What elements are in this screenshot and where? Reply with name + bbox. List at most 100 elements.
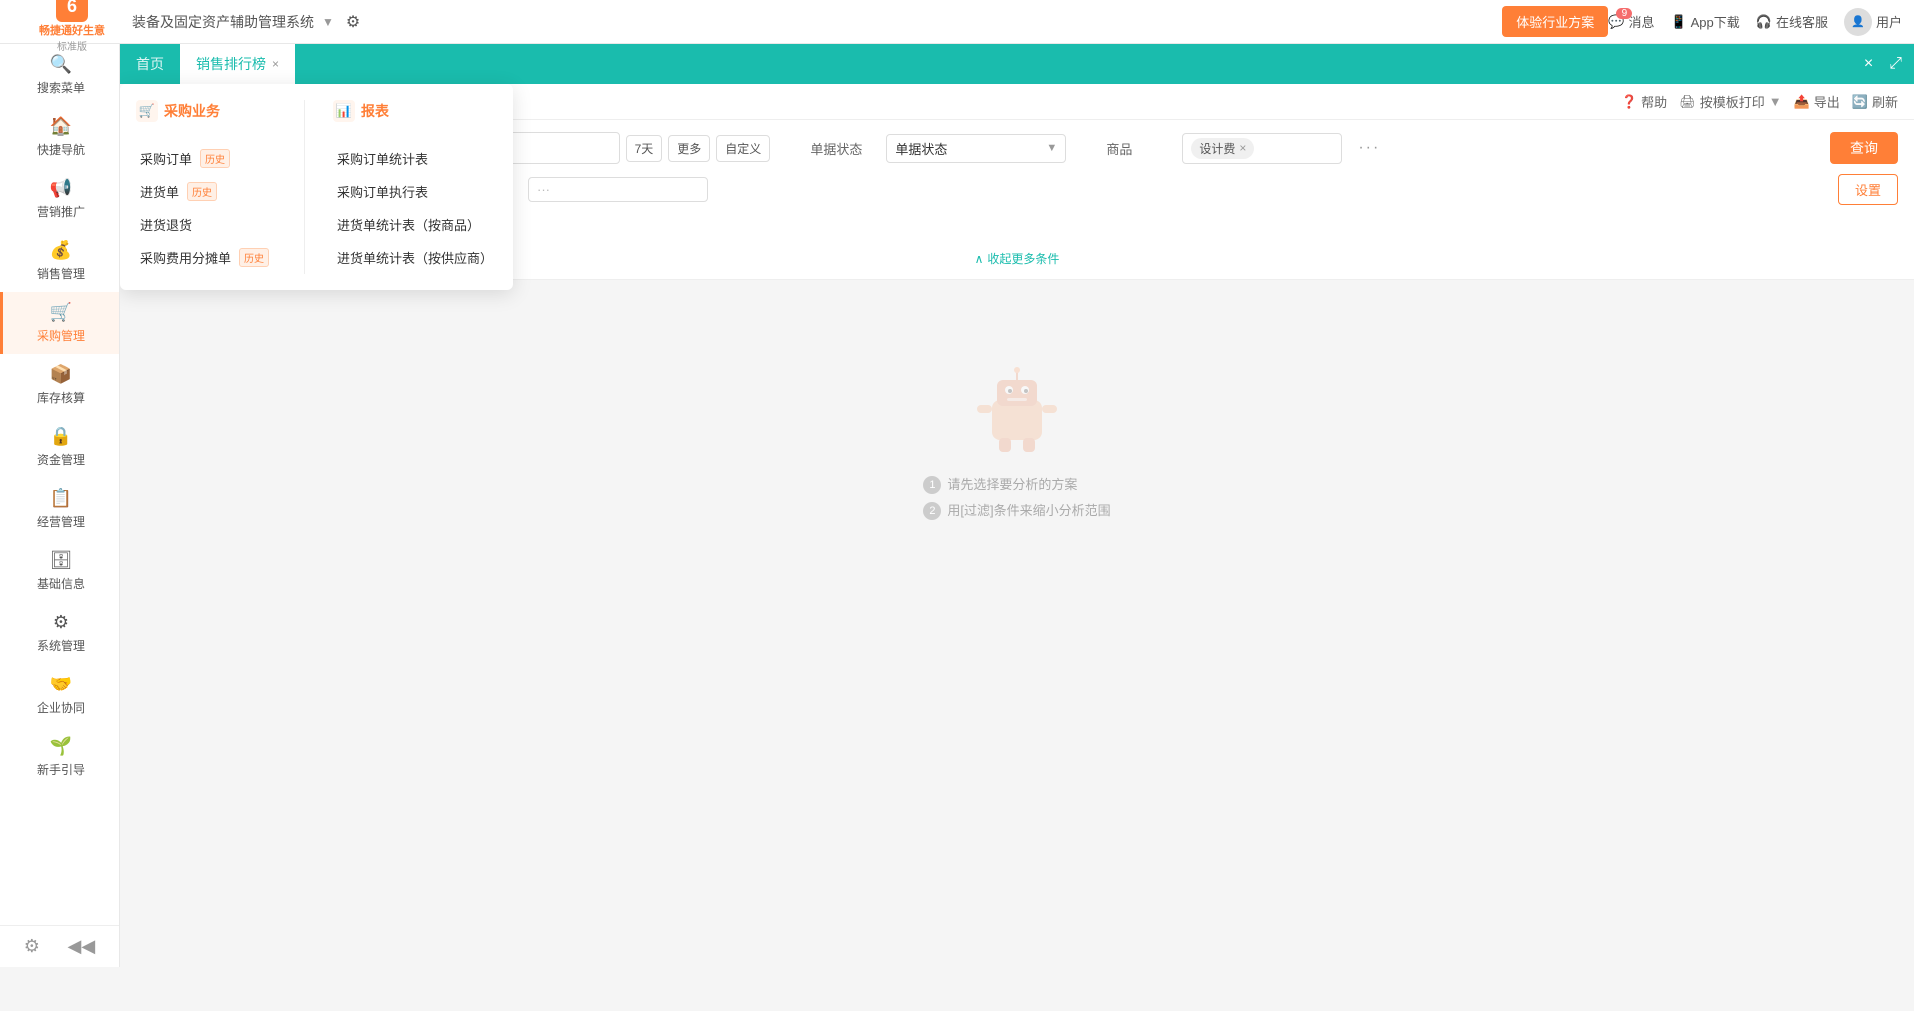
system-name-text: 装备及固定资产辅助管理系统: [132, 12, 314, 32]
dropdown-item-return[interactable]: 进货退货: [136, 208, 276, 241]
sidebar-label-finance: 资金管理: [37, 451, 85, 468]
settings-button[interactable]: 设置: [1838, 174, 1898, 205]
print-dropdown-icon[interactable]: ▼: [1769, 94, 1782, 109]
collapse-arrow-icon: ∧: [975, 252, 984, 266]
dropdown-item-order-exec[interactable]: 采购订单执行表: [333, 175, 497, 208]
app-download-label: App下载: [1691, 12, 1740, 31]
sidebar-item-marketing[interactable]: 📢 营销推广: [0, 168, 119, 230]
order-status-select[interactable]: 单据状态 ▼: [886, 134, 1066, 163]
system-name-area: 装备及固定资产辅助管理系统 ▼ ⚙: [132, 12, 1490, 32]
user-label: 用户: [1876, 12, 1902, 31]
dropdown-item-purchase-order[interactable]: 采购订单 历史: [136, 142, 276, 175]
system-dropdown-arrow[interactable]: ▼: [322, 15, 334, 29]
finance-icon: 🔒: [50, 426, 72, 447]
purchase-col-icon: 🛒: [136, 100, 158, 122]
headset-icon: 🎧: [1756, 14, 1772, 30]
top-header: 6 畅捷通好生意 标准版 装备及固定资产辅助管理系统 ▼ ⚙ 体验行业方案 💬 …: [0, 0, 1914, 44]
staff-placeholder: ···: [537, 182, 699, 197]
export-action[interactable]: 📤 导出: [1794, 92, 1840, 111]
app-version: 标准版: [57, 38, 87, 53]
sidebar-item-inventory[interactable]: 📦 库存核算: [0, 354, 119, 416]
date-more-btn[interactable]: 更多: [668, 135, 710, 162]
report-col-icon: 📊: [333, 100, 355, 122]
message-item[interactable]: 💬 9 消息: [1608, 12, 1654, 31]
query-button[interactable]: 查询: [1830, 132, 1898, 164]
sidebar-item-finance[interactable]: 🔒 资金管理: [0, 416, 119, 478]
report-col: 📊 报表 采购订单统计表 采购订单执行表 进货单统计表（按商品） 进货单统计表（…: [333, 100, 497, 274]
date-7days-btn[interactable]: 7天: [626, 135, 663, 162]
sidebar-footer: ⚙ ◀◀: [0, 925, 119, 967]
sidebar-item-operation[interactable]: 📋 经营管理: [0, 478, 119, 540]
sidebar-item-quicknav[interactable]: 🏠 快捷导航: [0, 106, 119, 168]
refresh-icon: 🔄: [1852, 94, 1868, 110]
inbound-stats-supplier-label: 进货单统计表（按供应商）: [337, 248, 493, 267]
collapse-button[interactable]: ∧ 收起更多条件: [975, 250, 1060, 267]
help-icon: ❓: [1621, 94, 1637, 110]
sidebar-item-newbie[interactable]: 🌱 新手引导: [0, 726, 119, 788]
newbie-icon: 🌱: [50, 736, 72, 757]
app-name: 畅捷通好生意: [39, 22, 105, 38]
app-download-item[interactable]: 📱 App下载: [1670, 12, 1739, 31]
goods-tag-text: 设计费: [1199, 140, 1235, 157]
dropdown-item-expense[interactable]: 采购费用分摊单 历史: [136, 241, 276, 274]
dropdown-item-inbound-stats-supplier[interactable]: 进货单统计表（按供应商）: [333, 241, 497, 274]
user-item[interactable]: 👤 用户: [1844, 8, 1902, 36]
tab-close-all-icon[interactable]: ×: [1860, 51, 1877, 77]
tab-sales-rank[interactable]: 销售排行榜 ×: [180, 44, 295, 84]
cooperation-icon: 🤝: [50, 674, 72, 695]
online-service-item[interactable]: 🎧 在线客服: [1756, 12, 1828, 31]
purchase-order-label: 采购订单: [140, 149, 192, 168]
refresh-label: 刷新: [1872, 92, 1898, 111]
goods-tag: 设计费 ×: [1191, 138, 1254, 159]
dropdown-item-inbound[interactable]: 进货单 历史: [136, 175, 276, 208]
search-icon: 🔍: [50, 54, 72, 75]
sidebar-label-quicknav: 快捷导航: [37, 141, 85, 158]
dropdown-item-inbound-stats-goods[interactable]: 进货单统计表（按商品）: [333, 208, 497, 241]
sidebar-item-purchase[interactable]: 🛒 采购管理: [0, 292, 119, 354]
sidebar-settings-btn[interactable]: ⚙: [24, 936, 40, 957]
sidebar-item-search[interactable]: 🔍 搜索菜单: [0, 44, 119, 106]
trial-button[interactable]: 体验行业方案: [1502, 6, 1608, 37]
inventory-icon: 📦: [50, 364, 72, 385]
dropdown-item-order-stats[interactable]: 采购订单统计表: [333, 142, 497, 175]
help-action[interactable]: ❓ 帮助: [1621, 92, 1667, 111]
sidebar-label-search: 搜索菜单: [37, 79, 85, 96]
system-settings-icon[interactable]: ⚙: [346, 12, 360, 32]
sidebar-label-operation: 经营管理: [37, 513, 85, 530]
staff-input[interactable]: ···: [528, 177, 708, 202]
print-icon: 🖨: [1679, 94, 1696, 110]
sidebar-item-cooperation[interactable]: 🤝 企业协同: [0, 664, 119, 726]
logo-icon: 6: [56, 0, 88, 22]
sidebar-item-basic[interactable]: 🗄 基础信息: [0, 540, 119, 602]
sidebar-item-system[interactable]: ⚙ 系统管理: [0, 602, 119, 664]
tip-num-2: 2: [923, 502, 941, 520]
goods-tag-close-btn[interactable]: ×: [1239, 141, 1246, 155]
tab-bar-right: × ⤢: [1860, 51, 1914, 77]
expense-label: 采购费用分摊单: [140, 248, 231, 267]
tab-bar: 首页 销售排行榜 × × ⤢: [120, 44, 1914, 84]
refresh-action[interactable]: 🔄 刷新: [1852, 92, 1898, 111]
print-action[interactable]: 🖨 按模板打印 ▼: [1679, 92, 1781, 111]
goods-input-area[interactable]: 设计费 ×: [1182, 133, 1342, 164]
sidebar-item-sales[interactable]: 💰 销售管理: [0, 230, 119, 292]
header-right: 💬 9 消息 📱 App下载 🎧 在线客服 👤 用户: [1608, 8, 1902, 36]
tip-text-1: 请先选择要分析的方案: [947, 472, 1077, 498]
message-count: 9: [1616, 8, 1632, 19]
tab-fullscreen-icon[interactable]: ⤢: [1885, 51, 1906, 77]
basic-icon: 🗄: [50, 550, 73, 571]
return-label: 进货退货: [140, 215, 192, 234]
marketing-icon: 📢: [50, 178, 72, 199]
notification-badge: 💬 9: [1608, 14, 1624, 30]
tab-close-icon[interactable]: ×: [272, 57, 279, 71]
tab-sales-rank-label: 销售排行榜: [196, 54, 266, 74]
sidebar-label-cooperation: 企业协同: [37, 699, 85, 716]
sidebar-label-sales: 销售管理: [37, 265, 85, 282]
goods-dots[interactable]: ···: [1358, 139, 1380, 157]
sidebar-label-inventory: 库存核算: [37, 389, 85, 406]
inbound-hist-badge: 历史: [187, 182, 217, 201]
inbound-label: 进货单: [140, 182, 179, 201]
sidebar-label-marketing: 营销推广: [37, 203, 85, 220]
purchase-dropdown-menu: 🛒 采购业务 采购订单 历史 进货单 历史 进货退货 采购费用分摊单 历史 📊 …: [120, 84, 513, 290]
sidebar-collapse-btn[interactable]: ◀◀: [68, 936, 96, 957]
date-custom-btn[interactable]: 自定义: [716, 135, 770, 162]
